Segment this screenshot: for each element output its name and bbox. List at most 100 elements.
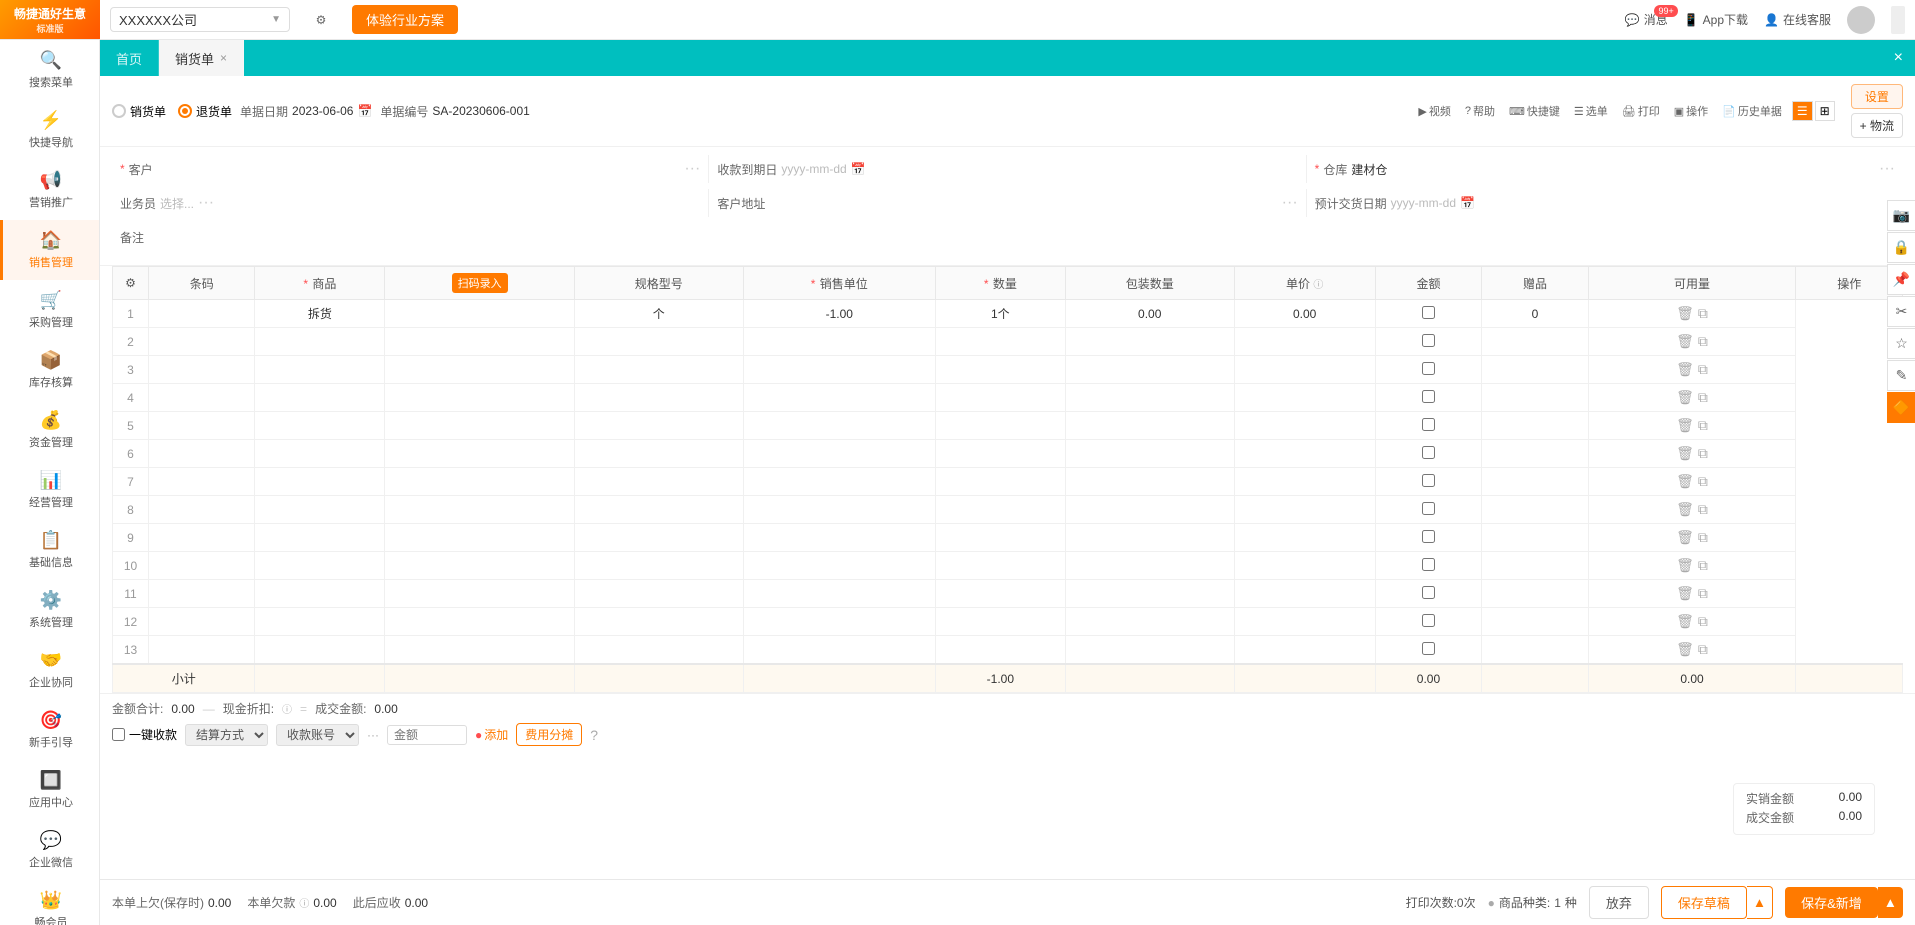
warehouse-input[interactable]: 建材仓 [1351, 161, 1875, 178]
row-gift-3[interactable] [1375, 384, 1481, 412]
copy-icon-1[interactable]: ⧉ [1698, 333, 1708, 350]
row-gift-0[interactable] [1375, 300, 1481, 328]
sidebar-item-inventory[interactable]: 📦 库存核算 [0, 340, 99, 400]
company-selector[interactable]: XXXXXX公司 ▼ [110, 7, 290, 32]
row-spec-11[interactable] [385, 608, 575, 636]
row-product-11[interactable] [255, 608, 385, 636]
row-qty-5[interactable] [743, 440, 935, 468]
tab-close-icon[interactable]: × [220, 51, 227, 65]
row-pkgqty-4[interactable] [935, 412, 1065, 440]
delete-icon-0[interactable]: 🗑 [1676, 305, 1694, 322]
delete-icon-5[interactable]: 🗑 [1676, 445, 1694, 462]
sidebar-item-guide[interactable]: 🎯 新手引导 [0, 700, 99, 760]
float-lock-btn[interactable]: 🔒 [1887, 232, 1915, 263]
save-draft-expand-btn[interactable]: ▲ [1747, 886, 1773, 919]
row-unit-7[interactable] [574, 496, 743, 524]
row-price-9[interactable] [1065, 552, 1234, 580]
row-gift-4[interactable] [1375, 412, 1481, 440]
row-product-9[interactable] [255, 552, 385, 580]
row-amount-2[interactable] [1234, 356, 1375, 384]
row-gift-10[interactable] [1375, 580, 1481, 608]
row-qty-7[interactable] [743, 496, 935, 524]
message-icon-item[interactable]: 💬 消息 99+ [1625, 11, 1668, 28]
save-draft-btn[interactable]: 保存草稿 [1661, 886, 1747, 919]
discard-btn[interactable]: 放弃 [1589, 886, 1649, 919]
amount-input[interactable] [387, 725, 467, 745]
row-pkgqty-2[interactable] [935, 356, 1065, 384]
row-qty-6[interactable] [743, 468, 935, 496]
radio-return-label[interactable]: 退货单 [178, 103, 232, 120]
delivery-calendar-icon[interactable]: 📅 [1460, 196, 1475, 210]
row-unit-4[interactable] [574, 412, 743, 440]
row-qty-12[interactable] [743, 636, 935, 665]
delete-icon-10[interactable]: 🗑 [1676, 585, 1694, 602]
row-product-5[interactable] [255, 440, 385, 468]
row-spec-0[interactable] [385, 300, 575, 328]
row-gift-5[interactable] [1375, 440, 1481, 468]
user-avatar[interactable] [1847, 6, 1875, 34]
row-price-0[interactable]: 0.00 [1065, 300, 1234, 328]
sidebar-item-finance[interactable]: 💰 资金管理 [0, 400, 99, 460]
sidebar-item-search[interactable]: 🔍 搜索菜单 [0, 40, 99, 100]
sidebar-item-system[interactable]: ⚙️ 系统管理 [0, 580, 99, 640]
row-pkgqty-0[interactable]: 1个 [935, 300, 1065, 328]
row-unit-12[interactable] [574, 636, 743, 665]
row-spec-10[interactable] [385, 580, 575, 608]
row-price-12[interactable] [1065, 636, 1234, 665]
action-operate-btn[interactable]: ▣ 操作 [1670, 101, 1712, 121]
row-product-1[interactable] [255, 328, 385, 356]
tab-home[interactable]: 首页 [100, 40, 159, 76]
bill-settings-btn[interactable]: 设置 [1851, 84, 1903, 109]
row-unit-3[interactable] [574, 384, 743, 412]
add-payment-btn[interactable]: ● 添加 [475, 726, 508, 743]
row-price-5[interactable] [1065, 440, 1234, 468]
action-help-btn[interactable]: ? 帮助 [1461, 101, 1499, 121]
row-amount-9[interactable] [1234, 552, 1375, 580]
row-pkgqty-1[interactable] [935, 328, 1065, 356]
row-pkgqty-5[interactable] [935, 440, 1065, 468]
view-list-btn[interactable]: ☰ [1792, 101, 1813, 121]
row-spec-12[interactable] [385, 636, 575, 665]
delete-icon-12[interactable]: 🗑 [1676, 641, 1694, 658]
sidebar-item-quick-nav[interactable]: ⚡ 快捷导航 [0, 100, 99, 160]
copy-icon-3[interactable]: ⧉ [1698, 389, 1708, 406]
action-select-btn[interactable]: ☰ 选单 [1570, 101, 1612, 121]
salesperson-expand-icon[interactable]: ··· [198, 194, 214, 212]
row-spec-2[interactable] [385, 356, 575, 384]
one-click-payment-check[interactable] [112, 728, 125, 741]
row-spec-8[interactable] [385, 524, 575, 552]
sidebar-item-app-center[interactable]: 🔲 应用中心 [0, 760, 99, 820]
row-barcode-0[interactable] [149, 300, 255, 328]
row-qty-9[interactable] [743, 552, 935, 580]
row-qty-0[interactable]: -1.00 [743, 300, 935, 328]
delete-icon-3[interactable]: 🗑 [1676, 389, 1694, 406]
delete-icon-2[interactable]: 🗑 [1676, 361, 1694, 378]
row-barcode-8[interactable] [149, 524, 255, 552]
row-unit-1[interactable] [574, 328, 743, 356]
action-video-btn[interactable]: ▶ 视频 [1414, 101, 1454, 121]
delete-icon-4[interactable]: 🗑 [1676, 417, 1694, 434]
delete-icon-1[interactable]: 🗑 [1676, 333, 1694, 350]
customer-expand-icon[interactable]: ··· [684, 160, 700, 178]
row-gift-11[interactable] [1375, 608, 1481, 636]
one-click-payment-checkbox[interactable]: 一键收款 [112, 726, 177, 743]
settings-icon-btn[interactable]: ⚙ [306, 5, 336, 35]
sidebar-item-sales[interactable]: 🏠 销售管理 [0, 220, 99, 280]
row-spec-4[interactable] [385, 412, 575, 440]
fee-split-btn[interactable]: 费用分摊 [516, 723, 582, 746]
sidebar-item-wechat[interactable]: 💬 企业微信 [0, 820, 99, 880]
row-gift-7[interactable] [1375, 496, 1481, 524]
th-settings[interactable]: ⚙ [113, 267, 149, 300]
settlement-method-select[interactable]: 结算方式 [185, 724, 268, 746]
copy-icon-0[interactable]: ⧉ [1698, 305, 1708, 322]
row-unit-9[interactable] [574, 552, 743, 580]
row-amount-8[interactable] [1234, 524, 1375, 552]
copy-icon-12[interactable]: ⧉ [1698, 641, 1708, 658]
row-barcode-1[interactable] [149, 328, 255, 356]
row-price-2[interactable] [1065, 356, 1234, 384]
row-gift-8[interactable] [1375, 524, 1481, 552]
row-unit-10[interactable] [574, 580, 743, 608]
row-barcode-6[interactable] [149, 468, 255, 496]
copy-icon-6[interactable]: ⧉ [1698, 473, 1708, 490]
row-pkgqty-10[interactable] [935, 580, 1065, 608]
